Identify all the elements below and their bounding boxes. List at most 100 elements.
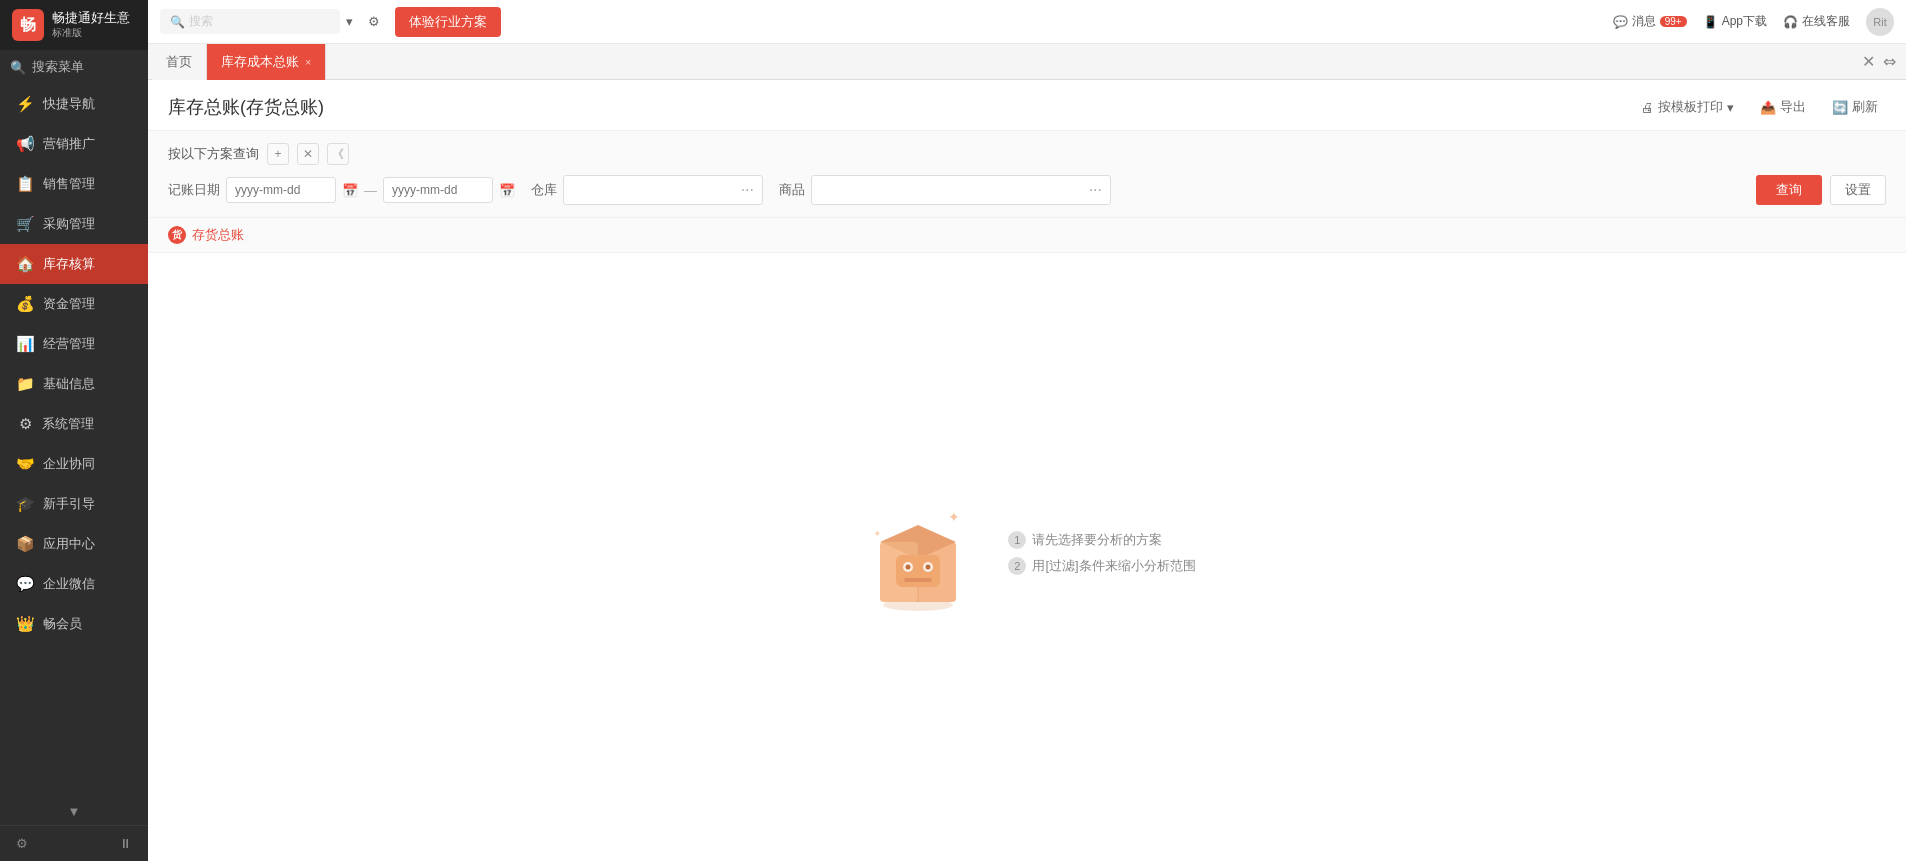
wechat-icon: 💬 (16, 575, 35, 593)
sidebar: 畅 畅捷通好生意 标准版 🔍 搜索菜单 ⚡ 快捷导航 📢 营销推广 📋 销售管理… (0, 0, 148, 861)
expand-panel-icon[interactable]: ⇔ (1883, 52, 1896, 71)
date-start-input[interactable] (226, 177, 336, 203)
tab-inventory-cost[interactable]: 库存成本总账 × (207, 44, 326, 80)
sidebar-item-basic[interactable]: 📁 基础信息 (0, 364, 148, 404)
sidebar-item-sales[interactable]: 📋 销售管理 (0, 164, 148, 204)
app-name: 畅捷通好生意 (52, 10, 130, 27)
sidebar-item-label: 采购管理 (43, 215, 95, 233)
app-download-item[interactable]: 📱 App下载 (1703, 13, 1767, 30)
sidebar-item-label: 企业协同 (43, 455, 95, 473)
product-select[interactable]: ··· (811, 175, 1111, 205)
footer-settings-icon[interactable]: ⚙ (16, 836, 28, 851)
logo-icon: 畅 (12, 9, 44, 41)
export-icon: 📤 (1760, 100, 1776, 115)
tab-home[interactable]: 首页 (152, 44, 207, 80)
page-header: 库存总账(存货总账) 🖨 按模板打印 ▾ 📤 导出 🔄 刷新 (148, 80, 1906, 131)
sidebar-item-label: 系统管理 (42, 415, 94, 433)
scheme-label: 存货总账 (192, 226, 244, 244)
sidebar-footer: ⚙ ⏸ (0, 825, 148, 861)
date-end-input[interactable] (383, 177, 493, 203)
filter-add-btn[interactable]: + (267, 143, 289, 165)
date-filter: 记账日期 📅 — 📅 (168, 177, 515, 203)
product-label: 商品 (779, 181, 805, 199)
svg-text:✦: ✦ (873, 528, 881, 539)
svg-rect-12 (904, 578, 932, 582)
sidebar-item-label: 经营管理 (43, 335, 95, 353)
inventory-icon: 🏠 (16, 255, 35, 273)
sidebar-item-enterprise[interactable]: 🤝 企业协同 (0, 444, 148, 484)
sidebar-item-marketing[interactable]: 📢 营销推广 (0, 124, 148, 164)
search-button[interactable]: 查询 (1756, 175, 1822, 205)
topbar-dropdown[interactable]: ▾ (346, 14, 353, 29)
print-btn[interactable]: 🖨 按模板打印 ▾ (1633, 94, 1742, 120)
footer-sound-icon[interactable]: ⏸ (119, 836, 132, 851)
app-badge: 标准版 (52, 26, 130, 40)
sidebar-item-inventory[interactable]: 🏠 库存核算 (0, 244, 148, 284)
more-icon: ··· (1089, 181, 1102, 199)
svg-text:✦: ✦ (948, 509, 960, 525)
user-name: Rit (1873, 16, 1886, 28)
refresh-icon: 🔄 (1832, 100, 1848, 115)
purchase-icon: 🛒 (16, 215, 35, 233)
filter-collapse-btn[interactable]: 《 (327, 143, 349, 165)
sidebar-item-appstore[interactable]: 📦 应用中心 (0, 524, 148, 564)
empty-text: 1 请先选择要分析的方案 2 用[过滤]条件来缩小分析范围 (1008, 531, 1195, 583)
tab-label: 首页 (166, 53, 192, 71)
sidebar-item-newbie[interactable]: 🎓 新手引导 (0, 484, 148, 524)
refresh-btn[interactable]: 🔄 刷新 (1824, 94, 1886, 120)
sidebar-item-quick-nav[interactable]: ⚡ 快捷导航 (0, 84, 148, 124)
date-dash: — (364, 183, 377, 198)
topbar-search-box[interactable]: 🔍 搜索 (160, 9, 340, 34)
collapse-icon: 《 (332, 146, 344, 163)
filter-close-btn[interactable]: ✕ (297, 143, 319, 165)
more-icon: ··· (741, 181, 754, 199)
message-item[interactable]: 💬 消息 99+ (1613, 13, 1687, 30)
tab-close-icon[interactable]: × (305, 56, 311, 68)
setting-button[interactable]: 设置 (1830, 175, 1886, 205)
topbar-settings-button[interactable]: ⚙ (359, 7, 389, 37)
filter-header: 按以下方案查询 + ✕ 《 (168, 143, 1886, 165)
sidebar-item-system[interactable]: ⚙ 系统管理 (0, 404, 148, 444)
export-btn[interactable]: 📤 导出 (1752, 94, 1814, 120)
online-support-item[interactable]: 🎧 在线客服 (1783, 13, 1850, 30)
sidebar-item-label: 资金管理 (43, 295, 95, 313)
calendar-start-icon[interactable]: 📅 (342, 183, 358, 198)
page-title: 库存总账(存货总账) (168, 95, 324, 119)
sidebar-item-purchase[interactable]: 🛒 采购管理 (0, 204, 148, 244)
search-icon: 🔍 (10, 60, 26, 75)
sidebar-search-item[interactable]: 🔍 搜索菜单 (0, 50, 148, 84)
message-icon: 💬 (1613, 15, 1628, 29)
empty-step1: 请先选择要分析的方案 (1032, 531, 1162, 549)
topbar-left: 🔍 搜索 ▾ ⚙ 体验行业方案 (160, 7, 1605, 37)
sidebar-scroll-down[interactable]: ▼ (0, 798, 148, 825)
sidebar-item-label: 销售管理 (43, 175, 95, 193)
main-area: 🔍 搜索 ▾ ⚙ 体验行业方案 💬 消息 99+ 📱 App下载 🎧 (148, 0, 1906, 861)
svg-rect-7 (896, 555, 940, 587)
svg-point-11 (926, 565, 931, 570)
empty-step2: 用[过滤]条件来缩小分析范围 (1032, 557, 1195, 575)
scheme-dot: 货 (168, 226, 186, 244)
sales-icon: 📋 (16, 175, 35, 193)
close-panel-icon[interactable]: ✕ (1862, 52, 1875, 71)
sidebar-item-label: 快捷导航 (43, 95, 95, 113)
scheme-item[interactable]: 货 存货总账 (168, 218, 1886, 252)
sidebar-item-wechat[interactable]: 💬 企业微信 (0, 564, 148, 604)
warehouse-select[interactable]: ··· (563, 175, 763, 205)
sidebar-item-management[interactable]: 📊 经营管理 (0, 324, 148, 364)
appstore-icon: 📦 (16, 535, 35, 553)
search-placeholder: 搜索 (189, 13, 213, 30)
sidebar-item-label: 应用中心 (43, 535, 95, 553)
refresh-label: 刷新 (1852, 98, 1878, 116)
online-support-label: 在线客服 (1802, 13, 1850, 30)
sidebar-item-finance[interactable]: 💰 资金管理 (0, 284, 148, 324)
tabs-bar: 首页 库存成本总账 × ✕ ⇔ (148, 44, 1906, 80)
sidebar-item-member[interactable]: 👑 畅会员 (0, 604, 148, 644)
calendar-end-icon[interactable]: 📅 (499, 183, 515, 198)
sidebar-item-label: 营销推广 (43, 135, 95, 153)
svg-point-10 (906, 565, 911, 570)
industry-btn[interactable]: 体验行业方案 (395, 7, 501, 37)
message-badge: 99+ (1660, 16, 1687, 27)
page-actions: 🖨 按模板打印 ▾ 📤 导出 🔄 刷新 (1633, 94, 1886, 120)
sidebar-item-label: 基础信息 (43, 375, 95, 393)
user-profile[interactable]: Rit (1866, 8, 1894, 36)
